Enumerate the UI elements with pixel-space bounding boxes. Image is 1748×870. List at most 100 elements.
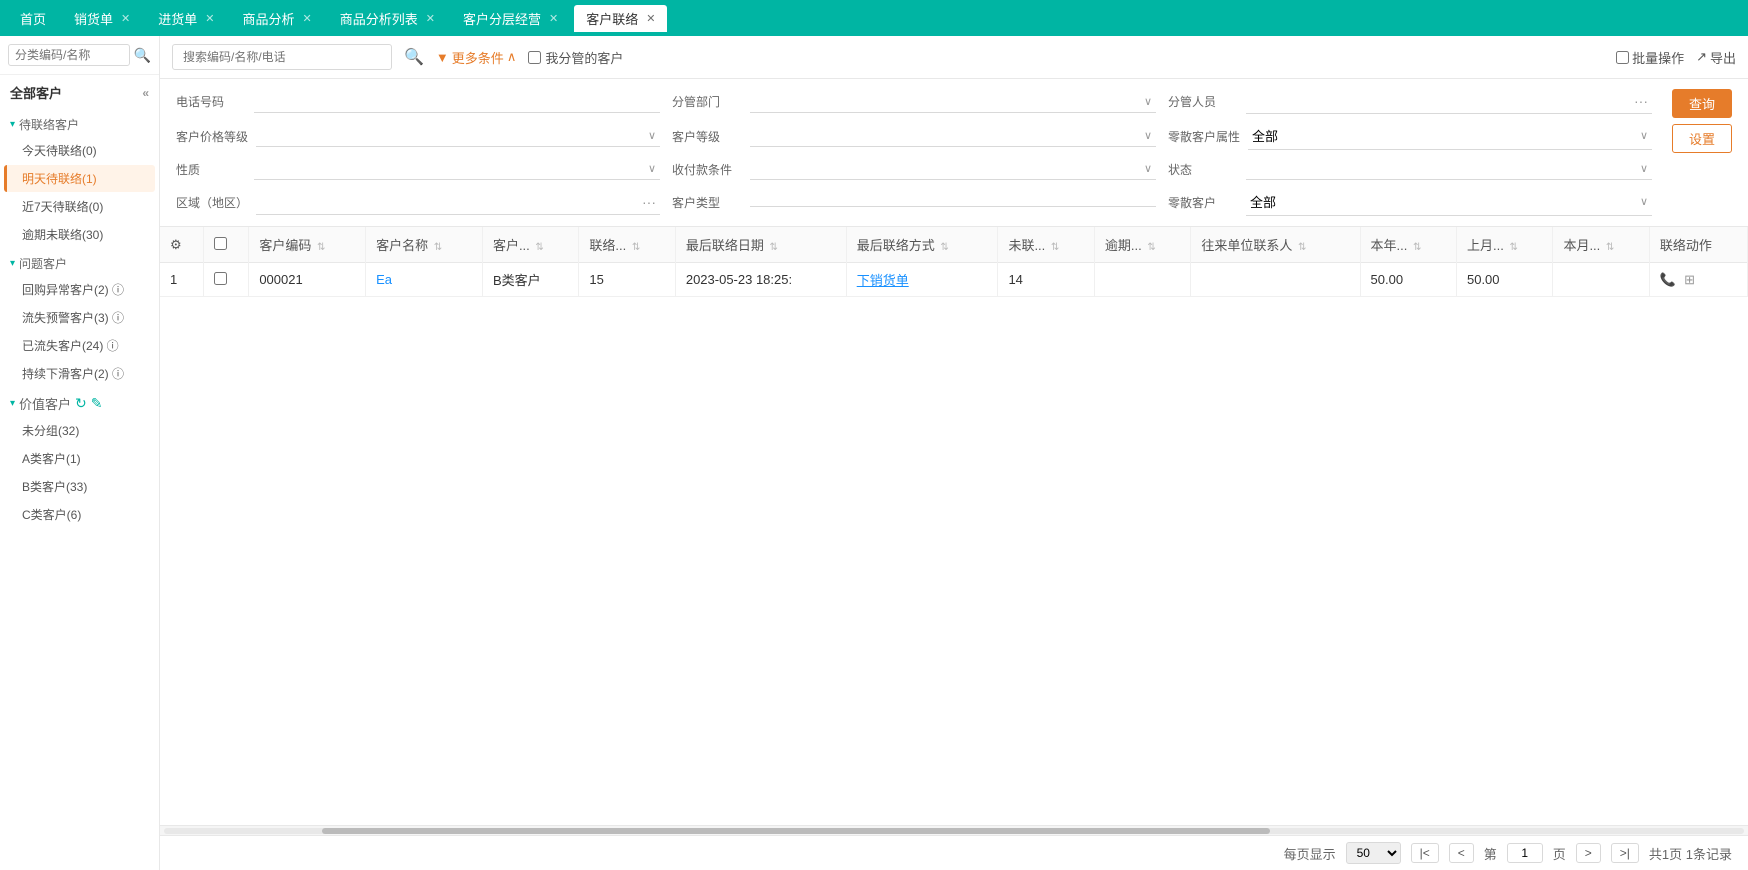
cell-name[interactable]: Ea	[366, 263, 483, 297]
manager-dots-icon[interactable]: ···	[1634, 93, 1648, 109]
th-last-contact-date[interactable]: 最后联络日期 ⇅	[675, 227, 846, 263]
th-this-year[interactable]: 本年... ⇅	[1360, 227, 1456, 263]
th-not-contact-days[interactable]: 未联... ⇅	[998, 227, 1094, 263]
area-select[interactable]: ···	[256, 190, 660, 215]
sidebar-item-b-class[interactable]: B类客户(33)	[4, 473, 155, 500]
filter-field-manager: 分管人员 ···	[1168, 89, 1652, 114]
nav-purchase-order[interactable]: 进货单 ✕	[146, 5, 226, 32]
th-overdue[interactable]: 逾期... ⇅	[1094, 227, 1190, 263]
horizontal-scrollbar[interactable]	[160, 825, 1748, 835]
group-problem-customers: 问题客户	[0, 249, 159, 275]
sidebar-item-c-class[interactable]: C类客户(6)	[4, 501, 155, 528]
filter-search-btn[interactable]: 🔍	[404, 47, 424, 67]
th-contact-person[interactable]: 往来单位联系人 ⇅	[1191, 227, 1360, 263]
dept-select[interactable]: ∨	[750, 91, 1156, 113]
contact-method-link[interactable]: 下销货单	[857, 273, 909, 288]
sidebar-item-ungrouped[interactable]: 未分组(32)	[4, 417, 155, 444]
sidebar-item-declining[interactable]: 持续下滑客户(2) ⓘ	[4, 360, 155, 387]
sidebar-item-a-class[interactable]: A类客户(1)	[4, 445, 155, 472]
nav-purchase-order-close[interactable]: ✕	[205, 12, 214, 25]
nav-customer-contact[interactable]: 客户联络 ✕	[574, 5, 667, 32]
sort-year-icon: ⇅	[1413, 242, 1421, 253]
export-btn[interactable]: ↗ 导出	[1696, 48, 1736, 67]
sidebar-search-icon[interactable]: 🔍	[134, 47, 151, 64]
nav-product-analysis-list-close[interactable]: ✕	[426, 12, 435, 25]
th-contact-count[interactable]: 联络... ⇅	[579, 227, 675, 263]
my-customers-checkbox-label[interactable]: 我分管的客户	[528, 48, 623, 67]
sidebar-item-overdue-contact[interactable]: 逾期未联络(30)	[4, 221, 155, 248]
last-page-btn[interactable]: >|	[1611, 843, 1639, 863]
nature-chevron-icon: ∨	[648, 162, 656, 175]
group-pending-contact: 待联络客户	[0, 110, 159, 136]
collapse-icon[interactable]: «	[142, 86, 149, 100]
nav-customer-tiering-close[interactable]: ✕	[549, 12, 558, 25]
sidebar-item-tomorrow-contact[interactable]: 明天待联络(1)	[4, 165, 155, 192]
scrollbar-track	[164, 828, 1744, 834]
nav-sales-order[interactable]: 销货单 ✕	[62, 5, 142, 32]
th-gear[interactable]: ⚙	[160, 227, 203, 263]
status-label: 状态	[1168, 161, 1238, 178]
scrollbar-thumb[interactable]	[322, 828, 1270, 834]
th-last-contact-method[interactable]: 最后联络方式 ⇅	[846, 227, 998, 263]
phone-action-icon[interactable]: 📞	[1660, 272, 1676, 288]
nav-sales-order-close[interactable]: ✕	[121, 12, 130, 25]
nav-product-analysis[interactable]: 商品分析 ✕	[230, 5, 323, 32]
th-check[interactable]	[203, 227, 249, 263]
cell-contact-person	[1191, 263, 1360, 297]
filter-search-input[interactable]	[172, 44, 392, 70]
th-this-month[interactable]: 本月... ⇅	[1553, 227, 1649, 263]
cell-last-contact-method[interactable]: 下销货单	[846, 263, 998, 297]
nav-customer-tiering[interactable]: 客户分层经营 ✕	[451, 5, 570, 32]
sidebar-item-today-contact[interactable]: 今天待联络(0)	[4, 137, 155, 164]
batch-op-btn[interactable]: 批量操作	[1616, 48, 1684, 67]
nav-customer-contact-close[interactable]: ✕	[646, 12, 655, 25]
batch-op-checkbox[interactable]	[1616, 51, 1629, 64]
sidebar-item-churn-warning[interactable]: 流失预警客户(3) ⓘ	[4, 304, 155, 331]
th-customer-type[interactable]: 客户... ⇅	[482, 227, 578, 263]
all-customers-header[interactable]: 全部客户 «	[0, 75, 159, 110]
prev-page-btn[interactable]: <	[1449, 843, 1474, 863]
row-checkbox[interactable]	[214, 272, 227, 285]
nav-product-analysis-close[interactable]: ✕	[303, 12, 312, 25]
page-label: 第	[1484, 844, 1497, 863]
area-dots-icon[interactable]: ···	[642, 194, 656, 210]
nav-home[interactable]: 首页	[8, 5, 58, 32]
query-button[interactable]: 查询	[1672, 89, 1732, 118]
next-page-btn[interactable]: >	[1576, 843, 1601, 863]
nav-product-analysis-list[interactable]: 商品分析列表 ✕	[328, 5, 447, 32]
filter-field-dept: 分管部门 ∨	[672, 91, 1156, 113]
retail-attr-select[interactable]: 全部 ∨	[1248, 122, 1652, 150]
th-customer-code[interactable]: 客户编码 ⇅	[249, 227, 366, 263]
grid-action-icon[interactable]: ⊞	[1684, 272, 1695, 288]
sidebar-item-7day-contact[interactable]: 近7天待联络(0)	[4, 193, 155, 220]
nature-select[interactable]: ∨	[254, 158, 660, 180]
customer-type-select[interactable]	[750, 198, 1156, 207]
dept-label: 分管部门	[672, 93, 742, 110]
more-conditions-btn[interactable]: ▼ 更多条件 ∧	[436, 48, 516, 67]
th-customer-name[interactable]: 客户名称 ⇅	[366, 227, 483, 263]
sidebar-search-input[interactable]	[8, 44, 130, 66]
sidebar-item-churned[interactable]: 已流失客户(24) ⓘ	[4, 332, 155, 359]
cell-check[interactable]	[203, 263, 249, 297]
customer-table: ⚙ 客户编码 ⇅ 客户名称 ⇅ 客户... ⇅ 联络... ⇅ 最后联络日期 ⇅…	[160, 227, 1748, 297]
status-select[interactable]: ∨	[1246, 158, 1652, 180]
customer-level-select[interactable]: ∨	[750, 125, 1156, 147]
filter-field-phone: 电话号码	[176, 90, 660, 113]
th-last-month[interactable]: 上月... ⇅	[1456, 227, 1552, 263]
sort-thismonth-icon: ⇅	[1606, 242, 1614, 253]
phone-input[interactable]	[254, 90, 660, 113]
page-input[interactable]	[1507, 843, 1543, 863]
manager-select[interactable]: ···	[1246, 89, 1652, 114]
refresh-icon[interactable]: ↻	[75, 395, 87, 412]
my-customers-checkbox[interactable]	[528, 51, 541, 64]
sidebar-item-repurchase-anomaly[interactable]: 回购异常客户(2) ⓘ	[4, 276, 155, 303]
reset-button[interactable]: 设置	[1672, 124, 1732, 153]
price-level-select[interactable]: ∨	[256, 125, 660, 147]
retail-customer-select[interactable]: 全部 ∨	[1246, 188, 1652, 216]
page-size-select[interactable]: 50 100 200	[1346, 842, 1401, 864]
first-page-btn[interactable]: |<	[1411, 843, 1439, 863]
select-all-checkbox[interactable]	[214, 237, 227, 250]
filter-field-customer-level: 客户等级 ∨	[672, 125, 1156, 147]
payment-select[interactable]: ∨	[750, 158, 1156, 180]
edit-icon[interactable]: ✎	[91, 395, 103, 412]
